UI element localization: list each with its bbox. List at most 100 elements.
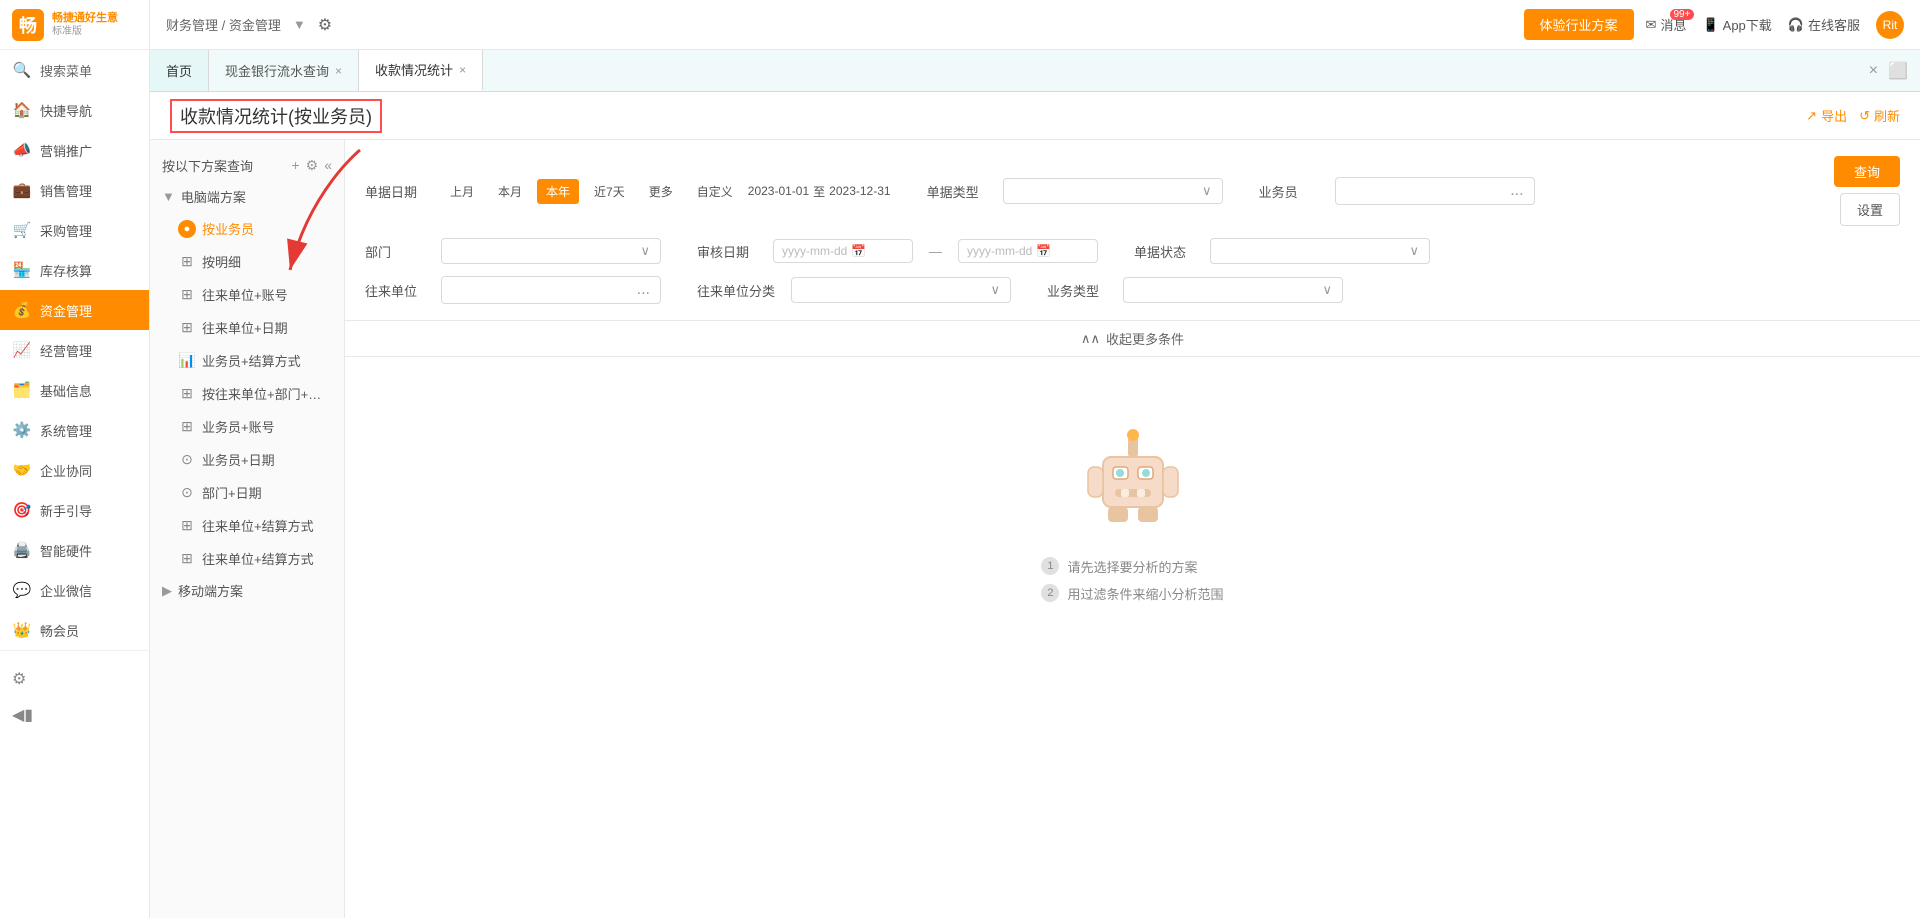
tabs-bar: 首页 现金银行流水查询 × 收款情况统计 × × ⬜ (150, 50, 1920, 92)
partner-more-icon[interactable]: ... (637, 281, 650, 299)
add-scheme-btn[interactable]: + (291, 157, 299, 174)
scheme-group-mobile-title[interactable]: ▶ 移动端方案 (150, 575, 344, 606)
preset-more[interactable]: 更多 (640, 179, 682, 204)
scheme-item-partner-account[interactable]: ⊞ 往来单位+账号 (150, 278, 344, 311)
status-select[interactable]: ∨ (1210, 238, 1430, 264)
review-date-label: 审核日期 (697, 242, 757, 261)
export-button[interactable]: ↗ 导出 (1806, 106, 1847, 125)
sidebar-item-member[interactable]: 👑 畅会员 (0, 610, 149, 650)
scheme-icon: ⊞ (178, 319, 196, 337)
dept-label: 部门 (365, 242, 425, 261)
scheme-item-salesperson-payment[interactable]: 📊 业务员+结算方式 (150, 344, 344, 377)
enterprise-icon: 🤝 (12, 460, 32, 480)
scheme-group-pc-title[interactable]: ▼ 电脑端方案 (150, 181, 344, 212)
collapse-icon: ∧∧ (1081, 331, 1100, 347)
tab-window-maximize[interactable]: ⬜ (1888, 61, 1908, 81)
review-date-from[interactable]: yyyy-mm-dd 📅 (773, 239, 913, 263)
sidebar-bottom: ⚙ ◀▮ (0, 650, 149, 743)
scheme-icon: ⊙ (178, 484, 196, 502)
tab-cash-flow-close[interactable]: × (335, 64, 342, 78)
sidebar-item-purchase[interactable]: 🛒 采购管理 (0, 210, 149, 250)
tab-cash-flow[interactable]: 现金银行流水查询 × (209, 50, 359, 91)
query-button[interactable]: 查询 (1834, 156, 1900, 187)
type-select[interactable]: ∨ (1003, 178, 1223, 204)
sidebar-item-operations[interactable]: 📈 经营管理 (0, 330, 149, 370)
scheme-item-partner-date[interactable]: ⊞ 往来单位+日期 (150, 311, 344, 344)
tab-receipt-stats-close[interactable]: × (459, 63, 466, 77)
refresh-label: 刷新 (1874, 106, 1900, 125)
partner-label: 往来单位 (365, 281, 425, 300)
sidebar-item-label: 经营管理 (40, 341, 92, 360)
partner-input[interactable]: ... (441, 276, 661, 304)
sidebar-item-label: 系统管理 (40, 421, 92, 440)
scheme-group-pc: ▼ 电脑端方案 ● 按业务员 ⊞ 按明细 ⊞ 往来单位+账号 ⊞ 往来单位+ (150, 181, 344, 575)
sidebar-item-marketing[interactable]: 📣 营销推广 (0, 130, 149, 170)
scheme-settings-btn[interactable]: ⚙ (306, 157, 319, 174)
app-download-label: App下载 (1723, 15, 1772, 34)
app-download-btn[interactable]: 📱 App下载 (1702, 15, 1771, 34)
filter-settings-button[interactable]: 设置 (1840, 193, 1900, 226)
online-service-btn[interactable]: 🎧 在线客服 (1788, 15, 1860, 34)
preset-last-7-days[interactable]: 近7天 (585, 179, 634, 204)
sidebar-item-wechat[interactable]: 💬 企业微信 (0, 570, 149, 610)
collapse-panel-btn[interactable]: « (324, 157, 332, 174)
top-header: 财务管理 / 资金管理 ▼ ⚙ 体验行业方案 ✉ 消息 99+ 📱 App下载 … (150, 0, 1920, 50)
logo-icon: 畅 (12, 9, 44, 41)
dropdown-icon[interactable]: ▼ (293, 17, 306, 32)
partner-category-select[interactable]: ∨ (791, 277, 1011, 303)
search-menu-label: 搜索菜单 (40, 61, 92, 80)
preset-this-month[interactable]: 本月 (489, 179, 531, 204)
scheme-item-partner-dept-collect[interactable]: ⊞ 按往来单位+部门+收... (150, 377, 344, 410)
trial-button[interactable]: 体验行业方案 (1524, 9, 1634, 40)
search-menu-item[interactable]: 🔍 搜索菜单 (0, 50, 149, 90)
sidebar-item-guide[interactable]: 🎯 新手引导 (0, 490, 149, 530)
sidebar-item-quicknav[interactable]: 🏠 快捷导航 (0, 90, 149, 130)
collapse-filter-btn[interactable]: ∧∧ 收起更多条件 (345, 321, 1920, 357)
preset-this-year[interactable]: 本年 (537, 179, 579, 204)
filter-row-3: 往来单位 ... 往来单位分类 ∨ 业务类型 ∨ (365, 276, 1900, 304)
page-title: 收款情况统计(按业务员) (170, 99, 382, 133)
tab-home[interactable]: 首页 (150, 50, 209, 91)
sidebar-settings-btn[interactable]: ⚙ (0, 661, 149, 697)
member-icon: 👑 (12, 620, 32, 640)
scheme-item-salesperson-account[interactable]: ⊞ 业务员+账号 (150, 410, 344, 443)
tab-receipt-stats[interactable]: 收款情况统计 × (359, 50, 483, 91)
collapse-label: 收起更多条件 (1106, 329, 1184, 348)
sidebar-item-label: 采购管理 (40, 221, 92, 240)
filter-action-btns: 查询 设置 (1834, 156, 1900, 226)
sidebar-item-system[interactable]: ⚙️ 系统管理 (0, 410, 149, 450)
calendar-icon[interactable]: 📅 (851, 244, 866, 258)
collapse-icon: ◀▮ (12, 705, 33, 725)
dept-select[interactable]: ∨ (441, 238, 661, 264)
sidebar-item-sales[interactable]: 💼 销售管理 (0, 170, 149, 210)
sidebar-item-enterprise[interactable]: 🤝 企业协同 (0, 450, 149, 490)
tab-home-label: 首页 (166, 61, 192, 80)
salesperson-more-icon[interactable]: ... (1510, 182, 1523, 200)
scheme-item-partner-payment1[interactable]: ⊞ 往来单位+结算方式 (150, 509, 344, 542)
sidebar-item-hardware[interactable]: 🖨️ 智能硬件 (0, 530, 149, 570)
salesperson-input[interactable]: ... (1335, 177, 1535, 205)
preset-custom[interactable]: 自定义 (688, 179, 742, 204)
sidebar-item-finance[interactable]: 💰 资金管理 (0, 290, 149, 330)
scheme-item-partner-payment2[interactable]: ⊞ 往来单位+结算方式 (150, 542, 344, 575)
scheme-group-mobile: ▶ 移动端方案 (150, 575, 344, 606)
biz-type-select[interactable]: ∨ (1123, 277, 1343, 303)
sidebar-collapse-btn[interactable]: ◀▮ (0, 697, 149, 733)
scheme-item-salesperson-date[interactable]: ⊙ 业务员+日期 (150, 443, 344, 476)
scheme-item-dept-date[interactable]: ⊙ 部门+日期 (150, 476, 344, 509)
header-settings-icon[interactable]: ⚙ (318, 15, 332, 35)
user-avatar[interactable]: Rit (1876, 11, 1904, 39)
refresh-button[interactable]: ↺ 刷新 (1859, 106, 1900, 125)
messages-btn[interactable]: ✉ 消息 99+ (1646, 15, 1687, 34)
scheme-icon: 📊 (178, 352, 196, 370)
scheme-item-by-salesperson[interactable]: ● 按业务员 (150, 212, 344, 245)
system-icon: ⚙️ (12, 420, 32, 440)
preset-last-month[interactable]: 上月 (441, 179, 483, 204)
scheme-item-detail[interactable]: ⊞ 按明细 (150, 245, 344, 278)
tab-window-close[interactable]: × (1869, 62, 1878, 80)
partner-category-label: 往来单位分类 (697, 281, 775, 300)
calendar-icon[interactable]: 📅 (1036, 244, 1051, 258)
sidebar-item-basic[interactable]: 🗂️ 基础信息 (0, 370, 149, 410)
sidebar-item-inventory[interactable]: 🏪 库存核算 (0, 250, 149, 290)
review-date-to[interactable]: yyyy-mm-dd 📅 (958, 239, 1098, 263)
